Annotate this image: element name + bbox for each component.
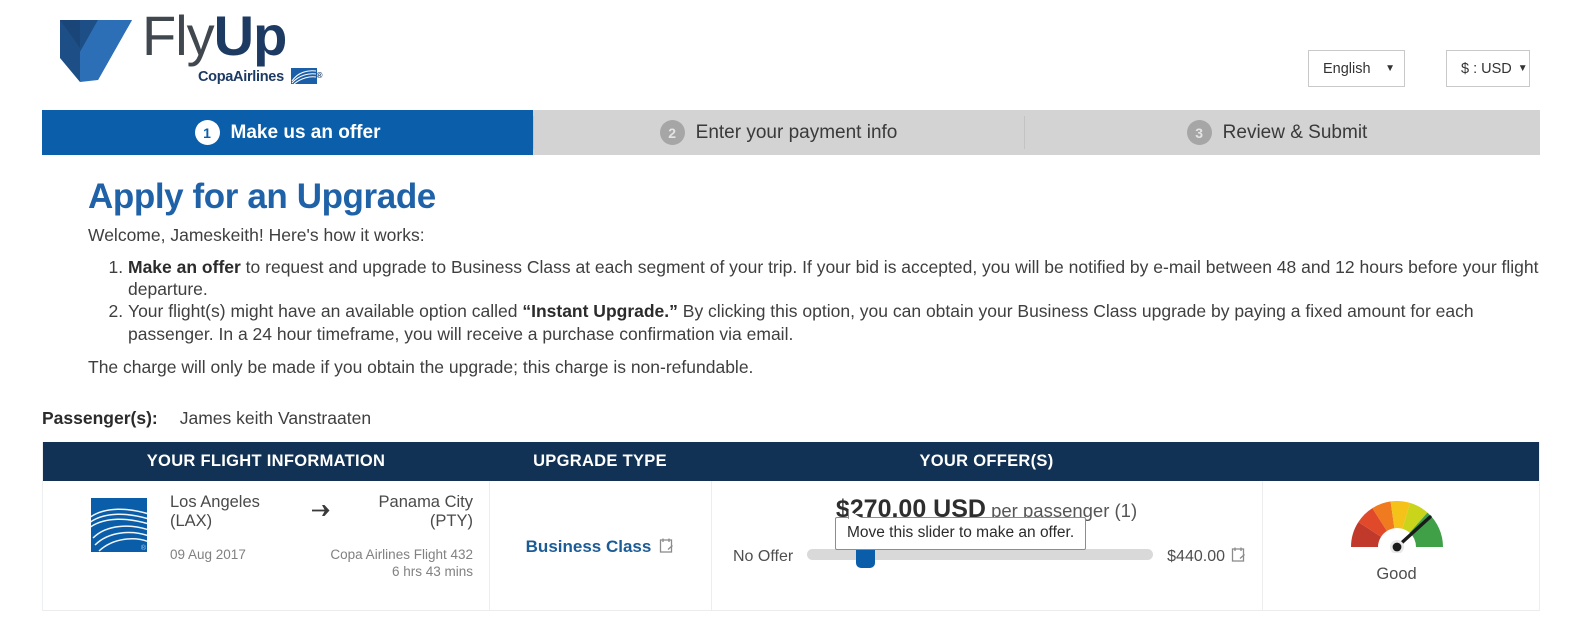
logo-word-up: Up xyxy=(213,4,288,67)
slider-min-label: No Offer xyxy=(733,547,794,565)
item-2-pre: Your flight(s) might have an available o… xyxy=(128,301,523,322)
language-select-value: English xyxy=(1323,60,1371,77)
offers-table: YOUR FLIGHT INFORMATION UPGRADE TYPE YOU… xyxy=(42,441,1540,611)
passenger-line: Passenger(s): James keith Vanstraaten xyxy=(0,408,1582,429)
step-1-label: Make us an offer xyxy=(230,121,381,143)
column-header-upgrade-type: UPGRADE TYPE xyxy=(533,451,667,470)
item-2-term: “Instant Upgrade.” xyxy=(522,301,678,322)
table-row: ® Los Angeles (LAX) Panama City (PTY) 09… xyxy=(43,480,1539,611)
registered-mark: ® xyxy=(140,544,146,552)
item-1-body: to request and upgrade to Business Class… xyxy=(128,257,1539,300)
step-2-label: Enter your payment info xyxy=(695,121,898,143)
column-header-offer-quality xyxy=(1262,442,1531,481)
gauge-quality-label: Good xyxy=(1376,564,1417,583)
currency-select-value: $ : USD xyxy=(1461,60,1512,77)
page-title: Apply for an Upgrade xyxy=(88,177,436,216)
how-it-works-list: Make an offer to request and upgrade to … xyxy=(88,256,1540,345)
upgrade-type-cell: Business Class xyxy=(489,480,711,610)
step-payment-info[interactable]: 2 Enter your payment info xyxy=(533,110,1024,155)
step-make-offer[interactable]: 1 Make us an offer xyxy=(42,110,533,155)
language-select[interactable]: English ▼ xyxy=(1308,50,1405,87)
logo-wordmark: FlyUp xyxy=(142,8,287,64)
note-info-icon[interactable] xyxy=(1231,546,1246,568)
step-review-submit[interactable]: 3 Review & Submit xyxy=(1024,110,1530,155)
slider-max-label-group: $440.00 xyxy=(1167,546,1246,568)
passenger-name: James keith Vanstraaten xyxy=(179,407,372,428)
route-details: Los Angeles (LAX) Panama City (PTY) 09 A… xyxy=(170,493,473,610)
logo-subbrand: CopaAirlines ® xyxy=(198,68,322,88)
destination-airport: Panama City (PTY) xyxy=(378,492,473,530)
how-it-works-item-1: Make an offer to request and upgrade to … xyxy=(128,256,1540,300)
step-2-badge: 2 xyxy=(659,120,685,145)
column-header-your-offers: YOUR OFFER(S) xyxy=(919,451,1054,470)
origin-airport: Los Angeles (LAX) xyxy=(170,492,260,530)
copa-swoosh-icon xyxy=(290,68,317,88)
flyup-logo[interactable]: FlyUp CopaAirlines ® xyxy=(58,8,322,92)
your-offers-cell: $270.00 USD per passenger (1) No Offer $… xyxy=(711,480,1262,610)
registered-mark: ® xyxy=(316,71,323,80)
chevron-down-icon: ▼ xyxy=(1517,63,1528,74)
passenger-label: Passenger(s): xyxy=(42,407,158,428)
offers-table-header: YOUR FLIGHT INFORMATION UPGRADE TYPE YOU… xyxy=(43,441,1539,481)
chevron-down-icon: ▼ xyxy=(1385,63,1395,74)
item-1-lead: Make an offer xyxy=(128,257,241,277)
how-it-works-item-2: Your flight(s) might have an available o… xyxy=(128,300,1540,344)
copa-airlines-logo-icon: ® xyxy=(91,497,147,552)
flight-information-cell: ® Los Angeles (LAX) Panama City (PTY) 09… xyxy=(43,481,489,610)
logo-word-fly: Fly xyxy=(142,4,215,67)
route-meta: 09 Aug 2017 Copa Airlines Flight 432 xyxy=(170,547,473,562)
note-info-icon[interactable] xyxy=(659,537,674,559)
logo-subbrand-text: CopaAirlines xyxy=(198,69,284,85)
welcome-text: Welcome, Jameskeith! Here's how it works… xyxy=(88,225,425,245)
currency-select[interactable]: $ : USD ▼ xyxy=(1446,50,1530,87)
chevron-logo-mark-icon xyxy=(58,18,136,91)
step-1-badge: 1 xyxy=(194,120,220,145)
column-header-flight-information: YOUR FLIGHT INFORMATION xyxy=(146,451,386,470)
step-3-label: Review & Submit xyxy=(1222,121,1368,143)
intro-section: Apply for an Upgrade Welcome, Jameskeith… xyxy=(0,177,1582,378)
header-selectors: English ▼ $ : USD ▼ xyxy=(1308,50,1530,87)
flight-duration: 6 hrs 43 mins xyxy=(391,563,473,579)
step-3-badge: 3 xyxy=(1186,120,1212,145)
departure-date: 09 Aug 2017 xyxy=(170,546,246,562)
airplane-icon xyxy=(302,502,344,522)
page-header: FlyUp CopaAirlines ® English ▼ $ : USD ▼ xyxy=(0,0,1582,110)
slider-max-label: $440.00 xyxy=(1167,547,1225,565)
offer-quality-cell: Good xyxy=(1262,480,1531,610)
gauge-meter-icon xyxy=(1347,495,1447,558)
slider-tooltip: Move this slider to make an offer. xyxy=(834,516,1087,550)
step-navigation: 1 Make us an offer 2 Enter your payment … xyxy=(42,110,1540,155)
charge-disclaimer: The charge will only be made if you obta… xyxy=(88,356,754,377)
route-endpoints: Los Angeles (LAX) Panama City (PTY) xyxy=(170,493,473,531)
upgrade-type-link[interactable]: Business Class xyxy=(526,537,652,557)
flight-number: Copa Airlines Flight 432 xyxy=(330,546,473,562)
